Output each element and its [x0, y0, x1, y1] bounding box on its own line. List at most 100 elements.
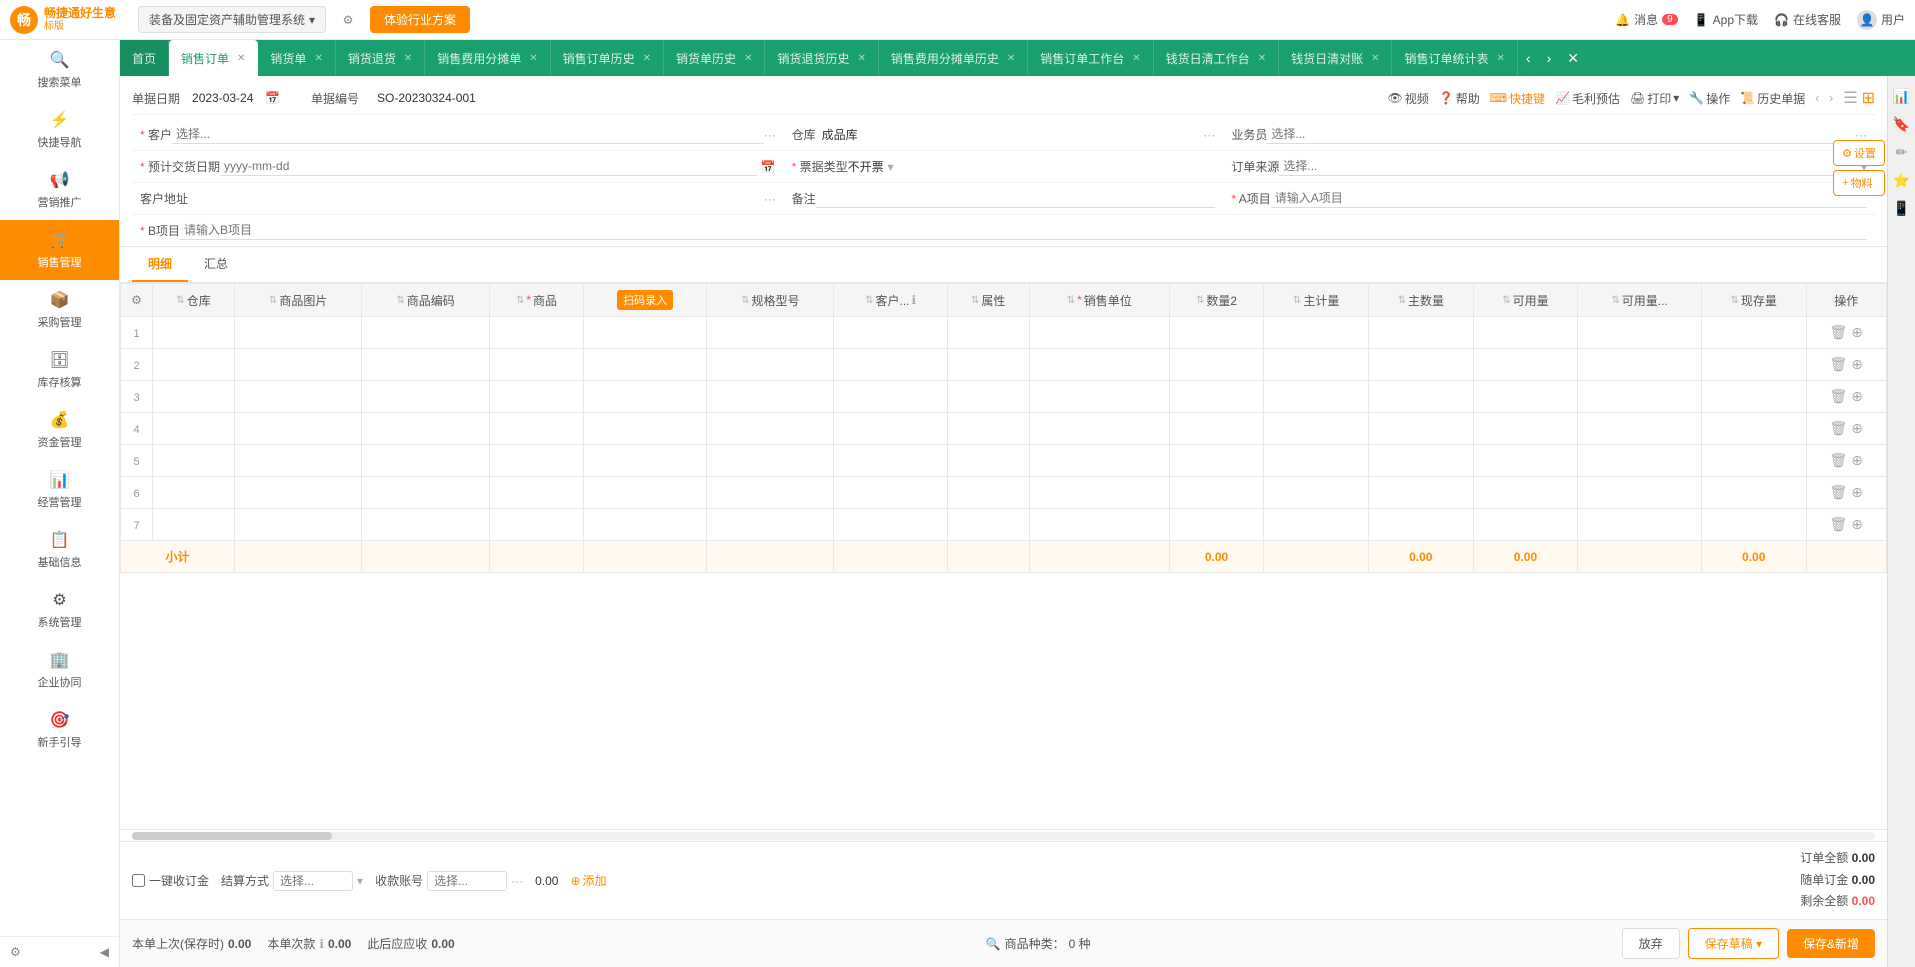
row-sku-code[interactable]	[362, 349, 489, 381]
row-customer-code[interactable]	[834, 317, 947, 349]
account-ellipsis[interactable]: ···	[511, 874, 523, 888]
row-sales-unit[interactable]	[1029, 509, 1169, 541]
tab-refund-history[interactable]: 销货退货历史 ✕	[765, 40, 878, 76]
tab-close-icon[interactable]: ✕	[1497, 53, 1505, 64]
row-qty2[interactable]	[1169, 381, 1264, 413]
row-sku-code[interactable]	[362, 477, 489, 509]
tab-sales-workbench[interactable]: 销售订单工作台 ✕	[1028, 40, 1153, 76]
row-sku-code[interactable]	[362, 445, 489, 477]
row-spec[interactable]	[707, 477, 834, 509]
row-qty2[interactable]	[1169, 349, 1264, 381]
rs-star-icon[interactable]: ⭐	[1890, 168, 1914, 192]
nav-tabs-next[interactable]: ›	[1539, 50, 1560, 66]
row-sku-code[interactable]	[362, 317, 489, 349]
tab-sales-history[interactable]: 销售订单历史 ✕	[551, 40, 664, 76]
row-attribute[interactable]	[947, 317, 1029, 349]
tab-sales-refund[interactable]: 销货退货 ✕	[336, 40, 425, 76]
salesperson-input[interactable]	[1267, 125, 1855, 144]
row-customer-code[interactable]	[834, 381, 947, 413]
delivery-date-input[interactable]	[220, 157, 757, 176]
print-button[interactable]: 🖨 打印 ▾	[1630, 90, 1679, 107]
row-copy-icon[interactable]: ⊕	[1851, 452, 1863, 469]
row-warehouse[interactable]	[153, 349, 235, 381]
row-delete-icon[interactable]: 🗑	[1830, 324, 1848, 341]
sidebar-item-sales[interactable]: 🛒 销售管理	[0, 220, 119, 280]
a-project-input[interactable]	[1271, 189, 1867, 208]
row-spec[interactable]	[707, 509, 834, 541]
row-main-qty[interactable]	[1368, 349, 1473, 381]
invoice-type-select[interactable]: 不开票 ▾	[848, 158, 894, 175]
row-sales-unit[interactable]	[1029, 349, 1169, 381]
row-delete-icon[interactable]: 🗑	[1830, 516, 1848, 533]
row-customer-code[interactable]	[834, 445, 947, 477]
tab-close-icon[interactable]: ✕	[1132, 53, 1140, 64]
customer-input[interactable]	[172, 125, 764, 144]
tab-close-icon[interactable]: ✕	[1258, 53, 1266, 64]
nav-next-icon[interactable]: ›	[1829, 91, 1833, 105]
sidebar-item-inventory[interactable]: 🗄 库存核算	[0, 340, 119, 400]
row-spec[interactable]	[707, 445, 834, 477]
row-customer-code[interactable]	[834, 477, 947, 509]
user-button[interactable]: 👤 用户	[1857, 10, 1905, 30]
row-delete-icon[interactable]: 🗑	[1830, 452, 1848, 469]
row-warehouse[interactable]	[153, 445, 235, 477]
row-spec[interactable]	[707, 381, 834, 413]
sidebar-item-quick-nav[interactable]: ⚡ 快捷导航	[0, 100, 119, 160]
help-button[interactable]: ❓ 帮助	[1439, 90, 1480, 107]
row-attribute[interactable]	[947, 413, 1029, 445]
th-scan[interactable]: 扫码录入	[584, 284, 707, 317]
tab-sales-order[interactable]: 销售订单 ✕	[169, 40, 258, 76]
row-sku-code[interactable]	[362, 509, 489, 541]
row-attribute[interactable]	[947, 509, 1029, 541]
info-circle-icon[interactable]: ℹ	[319, 937, 324, 951]
row-attribute[interactable]	[947, 477, 1029, 509]
row-qty2[interactable]	[1169, 445, 1264, 477]
row-spec[interactable]	[707, 349, 834, 381]
rs-mobile-icon[interactable]: 📱	[1890, 196, 1914, 220]
tab-close-icon[interactable]: ✕	[404, 53, 412, 64]
sidebar-item-finance[interactable]: 💰 资金管理	[0, 400, 119, 460]
address-ellipsis[interactable]: ···	[764, 192, 776, 206]
rs-chart-icon[interactable]: 📊	[1890, 84, 1914, 108]
tab-close-icon[interactable]: ✕	[237, 53, 245, 64]
row-product[interactable]	[489, 349, 584, 381]
row-product[interactable]	[489, 477, 584, 509]
row-main-qty[interactable]	[1368, 317, 1473, 349]
customer-ellipsis[interactable]: ···	[764, 128, 776, 142]
shortcut-button[interactable]: ⌨ 快捷键	[1490, 90, 1545, 107]
sidebar-item-marketing[interactable]: 📢 营销推广	[0, 160, 119, 220]
row-sales-unit[interactable]	[1029, 445, 1169, 477]
detail-tab-summary[interactable]: 汇总	[188, 247, 244, 282]
sidebar-item-basic-info[interactable]: 📋 基础信息	[0, 520, 119, 580]
row-main-qty[interactable]	[1368, 445, 1473, 477]
row-warehouse[interactable]	[153, 381, 235, 413]
row-sku-code[interactable]	[362, 413, 489, 445]
detail-tab-mingxi[interactable]: 明细	[132, 247, 188, 282]
row-main-qty[interactable]	[1368, 509, 1473, 541]
row-sales-unit[interactable]	[1029, 317, 1169, 349]
sidebar-item-search[interactable]: 🔍 搜索菜单	[0, 40, 119, 100]
order-source-input[interactable]	[1279, 157, 1857, 176]
tab-close-icon[interactable]: ✕	[744, 53, 752, 64]
payment-method-input[interactable]	[273, 871, 353, 891]
one-click-checkout-checkbox[interactable]	[132, 874, 145, 887]
nav-tabs-prev[interactable]: ‹	[1518, 50, 1539, 66]
row-qty2[interactable]	[1169, 477, 1264, 509]
tab-close-icon[interactable]: ✕	[314, 53, 322, 64]
tab-close-icon[interactable]: ✕	[1371, 53, 1379, 64]
add-button[interactable]: ⊕ 添加	[570, 872, 606, 889]
warehouse-ellipsis[interactable]: ···	[1203, 128, 1215, 142]
calendar-icon[interactable]: 📅	[265, 91, 280, 105]
rs-bookmark-icon[interactable]: 🔖	[1890, 112, 1914, 136]
row-product[interactable]	[489, 381, 584, 413]
row-delete-icon[interactable]: 🗑	[1830, 356, 1848, 373]
th-gear[interactable]: ⚙	[121, 284, 153, 317]
tab-close-icon[interactable]: ✕	[1007, 53, 1015, 64]
preview-button[interactable]: 👁 视频	[1388, 90, 1429, 107]
row-attribute[interactable]	[947, 349, 1029, 381]
row-product[interactable]	[489, 445, 584, 477]
row-spec[interactable]	[707, 317, 834, 349]
row-sales-unit[interactable]	[1029, 477, 1169, 509]
operation-button[interactable]: 🔧 操作	[1689, 90, 1730, 107]
horizontal-scrollbar[interactable]	[120, 829, 1887, 841]
